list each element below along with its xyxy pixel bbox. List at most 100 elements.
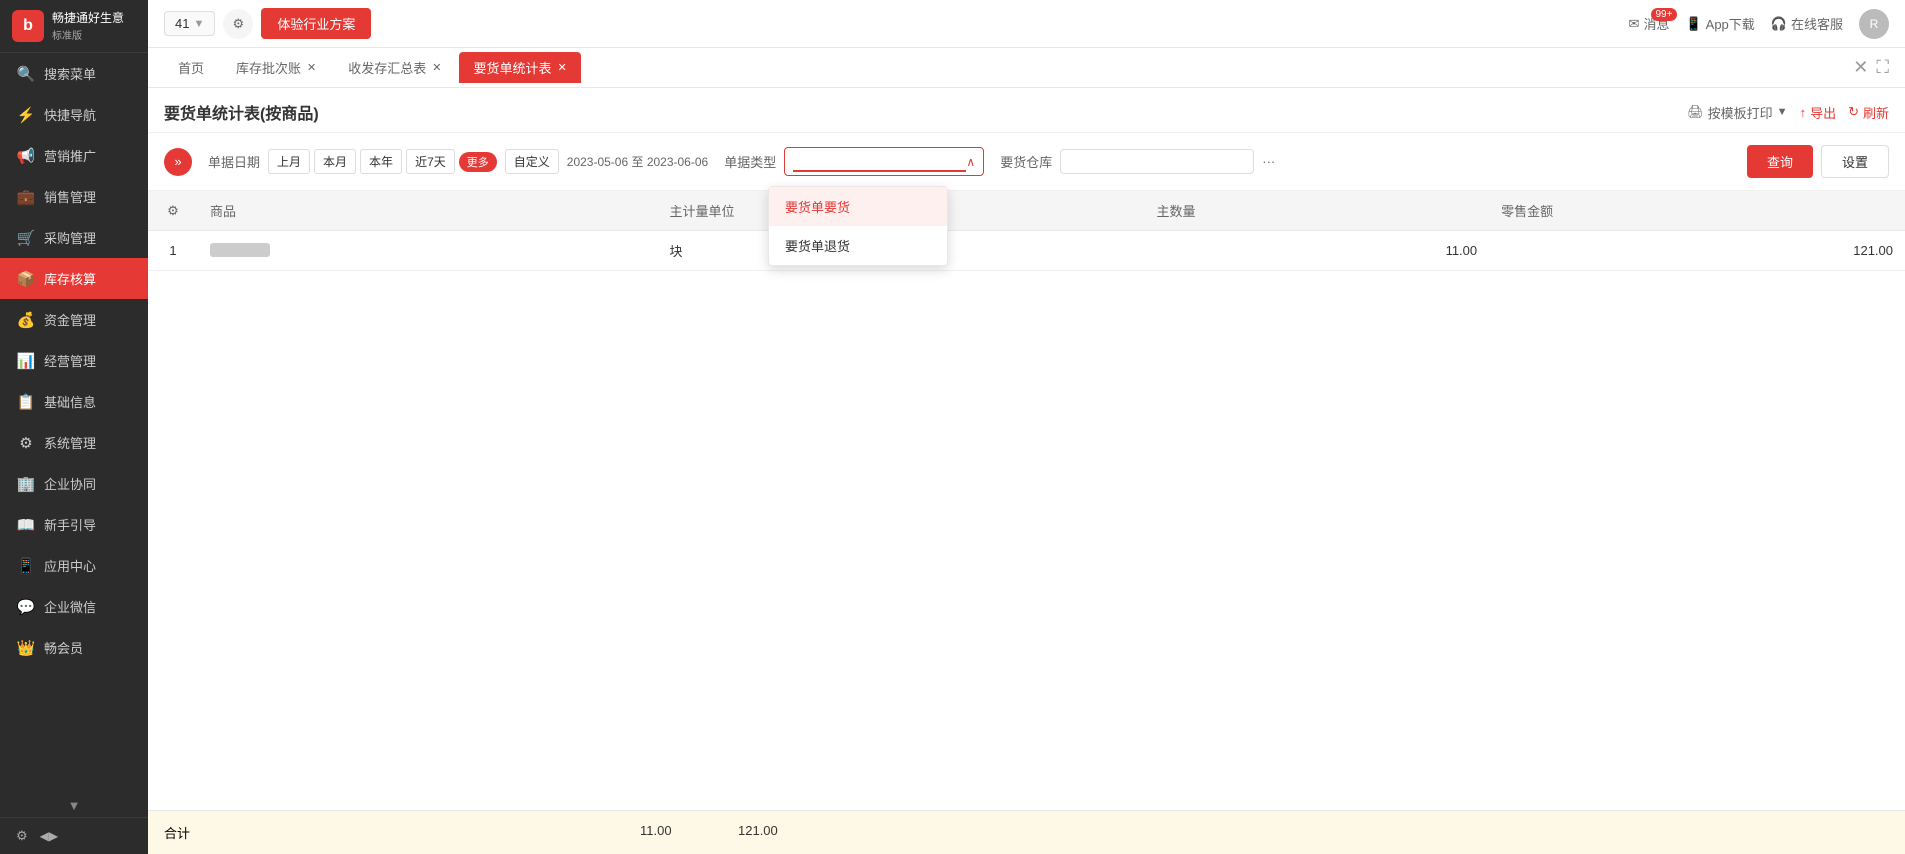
more-options-icon[interactable]: ··· xyxy=(1262,154,1275,169)
sidebar-item-label: 畅会员 xyxy=(44,638,83,657)
type-filter-label: 单据类型 xyxy=(724,152,776,171)
tabs-actions: ✕ ⛶ xyxy=(1853,57,1889,78)
tab-close-all-icon[interactable]: ✕ xyxy=(1853,57,1868,78)
tab-expand-icon[interactable]: ⛶ xyxy=(1876,57,1889,78)
purchase-icon: 🛒 xyxy=(16,229,36,247)
filter-actions: 查询 设置 xyxy=(1747,145,1889,178)
collapse-icon[interactable]: ◀▶ xyxy=(40,829,58,843)
dropdown-item-order-purchase[interactable]: 要货单要货 xyxy=(769,187,947,226)
tab-inventory-batch[interactable]: 库存批次账 ✕ xyxy=(222,52,330,83)
tabs-bar: 首页 库存批次账 ✕ 收发存汇总表 ✕ 要货单统计表 ✕ ✕ ⛶ xyxy=(148,48,1905,88)
type-chevron-icon[interactable]: ∧ xyxy=(966,155,975,169)
col-product: 商品 xyxy=(198,191,658,231)
dropdown-item-label: 要货单退货 xyxy=(785,239,850,254)
enterprise-icon: 🏢 xyxy=(16,475,36,493)
store-number: 41 xyxy=(175,16,189,31)
tab-receive-summary-label: 收发存汇总表 xyxy=(348,58,426,77)
sidebar-item-sales[interactable]: 💼 销售管理 xyxy=(0,176,148,217)
sidebar-nav: 🔍 搜索菜单 ⚡ 快捷导航 📢 营销推广 💼 销售管理 🛒 采购管理 📦 库存核… xyxy=(0,53,148,794)
phone-icon: 📱 xyxy=(1685,16,1701,32)
sidebar-item-finance[interactable]: 💰 资金管理 xyxy=(0,299,148,340)
date-btn-7days[interactable]: 近7天 xyxy=(406,149,455,174)
sidebar-item-inventory[interactable]: 📦 库存核算 xyxy=(0,258,148,299)
date-filter-group: 单据日期 上月 本月 本年 近7天 更多 自定义 2023-05-06 至 20… xyxy=(208,149,708,174)
date-btn-this-month[interactable]: 本月 xyxy=(314,149,356,174)
sidebar-item-label: 经营管理 xyxy=(44,351,96,370)
refresh-btn[interactable]: ↻ 刷新 xyxy=(1848,103,1889,122)
sidebar-item-vip[interactable]: 👑 畅会员 xyxy=(0,627,148,668)
trial-button[interactable]: 体验行业方案 xyxy=(261,8,371,39)
topbar-left: 41 ▼ ⚙ 体验行业方案 xyxy=(164,8,371,39)
sidebar-item-search[interactable]: 🔍 搜索菜单 xyxy=(0,53,148,94)
sidebar-item-basic-info[interactable]: 📋 基础信息 xyxy=(0,381,148,422)
basic-info-icon: 📋 xyxy=(16,393,36,411)
sidebar-item-enterprise[interactable]: 🏢 企业协同 xyxy=(0,463,148,504)
sidebar-item-marketing[interactable]: 📢 营销推广 xyxy=(0,135,148,176)
date-custom-btn[interactable]: 自定义 xyxy=(505,149,559,174)
vip-icon: 👑 xyxy=(16,639,36,657)
sidebar-item-guide[interactable]: 📖 新手引导 xyxy=(0,504,148,545)
query-button[interactable]: 查询 xyxy=(1747,145,1813,178)
table-row: 1 块 11.00 xyxy=(148,231,1905,271)
inventory-icon: 📦 xyxy=(16,270,36,288)
tab-home[interactable]: 首页 xyxy=(164,52,218,83)
filter-expand-btn[interactable]: » xyxy=(164,148,192,176)
total-row: 合计 11.00 121.00 xyxy=(148,810,1905,854)
sidebar-item-quick-nav[interactable]: ⚡ 快捷导航 xyxy=(0,94,148,135)
col-amount: 零售金额 xyxy=(1489,191,1905,231)
tab-home-label: 首页 xyxy=(178,58,204,77)
topbar-settings-btn[interactable]: ⚙ xyxy=(223,9,253,39)
app-center-icon: 📱 xyxy=(16,557,36,575)
store-selector[interactable]: 41 ▼ xyxy=(164,11,215,36)
warehouse-filter-input[interactable] xyxy=(1060,149,1254,174)
message-btn[interactable]: ✉ 消息 99+ xyxy=(1629,14,1670,33)
sidebar-item-system[interactable]: ⚙ 系统管理 xyxy=(0,422,148,463)
print-btn[interactable]: 🖨 按模板打印 ▼ xyxy=(1687,103,1787,122)
date-filter-label: 单据日期 xyxy=(208,152,260,171)
dropdown-item-label: 要货单要货 xyxy=(785,200,850,215)
sidebar-scroll-down[interactable]: ▼ xyxy=(0,794,148,817)
export-label: 导出 xyxy=(1810,103,1836,122)
sidebar: b 畅捷通好生意 标准版 🔍 搜索菜单 ⚡ 快捷导航 📢 营销推广 💼 销售管理… xyxy=(0,0,148,854)
tab-order-stats-close[interactable]: ✕ xyxy=(558,61,567,74)
dropdown-item-order-return[interactable]: 要货单退货 xyxy=(769,226,947,265)
quick-nav-icon: ⚡ xyxy=(16,106,36,124)
warehouse-filter-label: 要货仓库 xyxy=(1000,152,1052,171)
sales-icon: 💼 xyxy=(16,188,36,206)
online-service-btn[interactable]: 🎧 在线客服 xyxy=(1771,14,1843,33)
export-btn[interactable]: ↑ 导出 xyxy=(1800,103,1837,122)
tab-inventory-batch-close[interactable]: ✕ xyxy=(307,61,316,74)
type-filter-input[interactable] xyxy=(793,151,966,172)
online-service-label: 在线客服 xyxy=(1791,14,1843,33)
print-chevron-icon: ▼ xyxy=(1777,106,1788,118)
tab-receive-summary-close[interactable]: ✕ xyxy=(432,61,441,74)
app-logo: b 畅捷通好生意 标准版 xyxy=(0,0,148,53)
table-settings-icon[interactable]: ⚙ xyxy=(167,203,179,218)
sidebar-item-wechat[interactable]: 💬 企业微信 xyxy=(0,586,148,627)
date-btn-this-year[interactable]: 本年 xyxy=(360,149,402,174)
guide-icon: 📖 xyxy=(16,516,36,534)
sidebar-item-purchase[interactable]: 🛒 采购管理 xyxy=(0,217,148,258)
settings-button[interactable]: 设置 xyxy=(1821,145,1889,178)
user-avatar[interactable]: R xyxy=(1859,9,1889,39)
type-filter-wrapper[interactable]: ∧ xyxy=(784,147,984,176)
sidebar-item-label: 资金管理 xyxy=(44,310,96,329)
date-buttons: 上月 本月 本年 近7天 更多 xyxy=(268,149,497,174)
tab-receive-summary[interactable]: 收发存汇总表 ✕ xyxy=(334,52,455,83)
app-download-btn[interactable]: 📱 App下载 xyxy=(1685,14,1754,33)
page-header: 要货单统计表(按商品) 🖨 按模板打印 ▼ ↑ 导出 ↻ 刷新 xyxy=(148,88,1905,133)
settings-bottom-icon[interactable]: ⚙ xyxy=(16,828,28,844)
tab-order-stats[interactable]: 要货单统计表 ✕ xyxy=(459,52,580,83)
date-more-tag[interactable]: 更多 xyxy=(459,152,497,172)
sidebar-item-operations[interactable]: 📊 经营管理 xyxy=(0,340,148,381)
filter-bar: » 单据日期 上月 本月 本年 近7天 更多 自定义 2023-05-06 至 … xyxy=(148,133,1905,191)
search-icon: 🔍 xyxy=(16,65,36,83)
col-quantity: 主数量 xyxy=(1144,191,1489,231)
sidebar-item-app-center[interactable]: 📱 应用中心 xyxy=(0,545,148,586)
row-product xyxy=(198,231,658,271)
page-content: 要货单统计表(按商品) 🖨 按模板打印 ▼ ↑ 导出 ↻ 刷新 xyxy=(148,88,1905,854)
print-icon: 🖨 xyxy=(1687,104,1704,120)
date-btn-last-month[interactable]: 上月 xyxy=(268,149,310,174)
gear-icon: ⚙ xyxy=(233,16,245,32)
data-table: ⚙ 商品 主计量单位 主数量 零 xyxy=(148,191,1905,271)
